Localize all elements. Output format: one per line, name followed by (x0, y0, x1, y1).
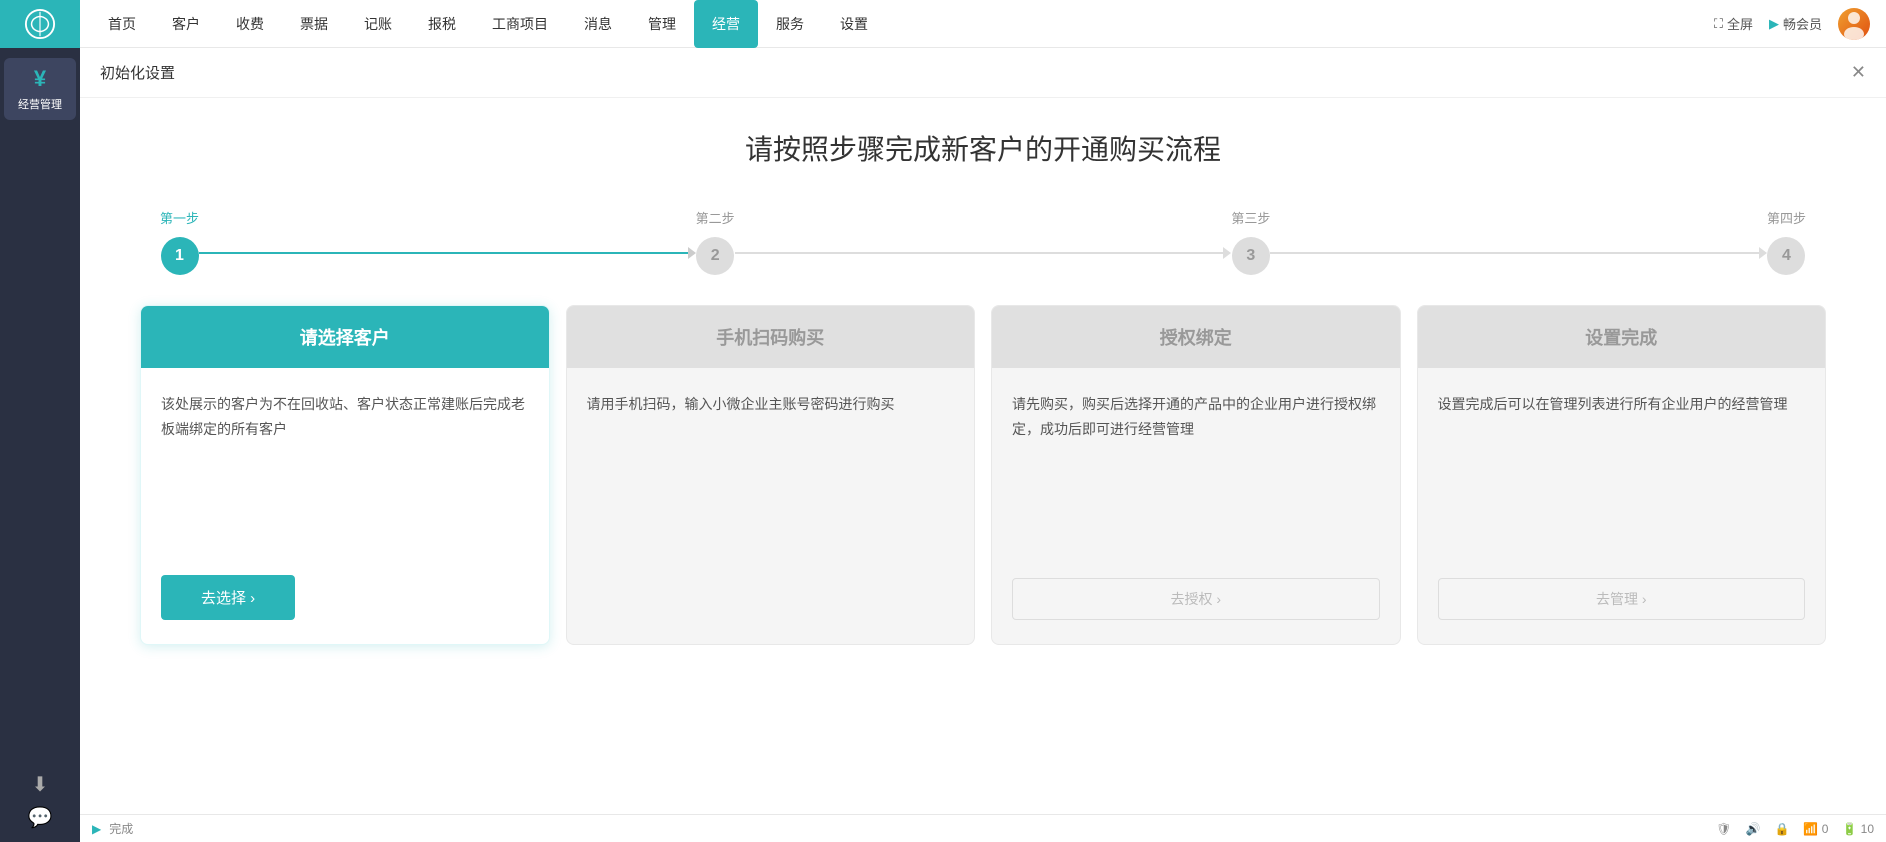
nav-message[interactable]: 消息 (566, 0, 630, 48)
yuan-icon: ¥ (34, 66, 46, 92)
status-text: 完成 (109, 820, 133, 837)
fullscreen-label: 全屏 (1727, 14, 1753, 33)
statusbar: ▶ 完成 🛡 🔊 🔒 📶 0 🔋 10 (80, 814, 1886, 842)
layout: ¥ 经营管理 ⬇ 💬 初始化设置 ✕ 请按照步骤完成新客户的开通购买流程 第一步… (0, 48, 1886, 842)
card-header-2: 手机扫码购买 (567, 306, 975, 368)
wizard-area: 请按照步骤完成新客户的开通购买流程 第一步 1 第二步 2 (80, 98, 1886, 814)
fullscreen-icon: ⛶ (1714, 16, 1723, 32)
network-status: 📶 0 (1803, 822, 1828, 836)
step-indicator-1: 第一步 1 (160, 208, 199, 275)
main-content: 初始化设置 ✕ 请按照步骤完成新客户的开通购买流程 第一步 1 第 (80, 48, 1886, 842)
play-icon: ▶ (1769, 16, 1779, 32)
card-footer-3: 去授权 › (992, 562, 1400, 644)
card-body-4: 设置完成后可以在管理列表进行所有企业用户的经营管理 (1418, 368, 1826, 562)
close-button[interactable]: ✕ (1851, 62, 1866, 83)
goto-select-button[interactable]: 去选择 › (161, 575, 295, 620)
page-header: 初始化设置 ✕ (80, 48, 1886, 98)
nav-customer[interactable]: 客户 (154, 0, 218, 48)
step-card-2: 手机扫码购买 请用手机扫码，输入小微企业主账号密码进行购买 (566, 305, 976, 645)
step-indicator-2: 第二步 2 (696, 208, 735, 275)
cards-row: 请选择客户 该处展示的客户为不在回收站、客户状态正常建账后完成老板端绑定的所有客… (140, 305, 1826, 645)
download-icon[interactable]: ⬇ (32, 772, 49, 797)
step-indicator-3: 第三步 3 (1231, 208, 1270, 275)
sidebar-item-operation[interactable]: ¥ 经营管理 (4, 58, 76, 120)
step-card-4: 设置完成 设置完成后可以在管理列表进行所有企业用户的经营管理 去管理 › (1417, 305, 1827, 645)
sidebar-bottom: ⬇ 💬 (28, 772, 53, 842)
statusbar-right: 🛡 🔊 🔒 📶 0 🔋 10 (1716, 822, 1874, 836)
goto-manage-button[interactable]: 去管理 › (1438, 578, 1806, 620)
steps-indicator: 第一步 1 第二步 2 (140, 208, 1826, 275)
step-card-3: 授权绑定 请先购买，购买后选择开通的产品中的企业用户进行授权绑定，成功后即可进行… (991, 305, 1401, 645)
step-label-3: 第三步 (1231, 208, 1270, 227)
nav-settings[interactable]: 设置 (822, 0, 886, 48)
page-title: 初始化设置 (100, 62, 175, 83)
card-body-3: 请先购买，购买后选择开通的产品中的企业用户进行授权绑定，成功后即可进行经营管理 (992, 368, 1400, 562)
connector-2 (735, 247, 1232, 259)
sidebar-label-operation: 经营管理 (18, 96, 62, 112)
step-indicator-4: 第四步 4 (1767, 208, 1806, 275)
card-header-1: 请选择客户 (141, 306, 549, 368)
card-body-2: 请用手机扫码，输入小微企业主账号密码进行购买 (567, 368, 975, 604)
nav-invoice[interactable]: 票据 (282, 0, 346, 48)
nav-manage[interactable]: 管理 (630, 0, 694, 48)
card-header-3: 授权绑定 (992, 306, 1400, 368)
card-footer-4: 去管理 › (1418, 562, 1826, 644)
nav-business[interactable]: 工商项目 (474, 0, 566, 48)
nav-home[interactable]: 首页 (90, 0, 154, 48)
card-body-1: 该处展示的客户为不在回收站、客户状态正常建账后完成老板端绑定的所有客户 (141, 368, 549, 559)
logo-area (0, 0, 80, 48)
nav-tax[interactable]: 报税 (410, 0, 474, 48)
goto-auth-button[interactable]: 去授权 › (1012, 578, 1380, 620)
nav-items: 首页 客户 收费 票据 记账 报税 工商项目 消息 管理 经营 服务 设置 (80, 0, 1714, 47)
chat-icon[interactable]: 💬 (28, 805, 53, 830)
avatar[interactable] (1838, 8, 1870, 40)
lock-icon: 🔒 (1774, 822, 1789, 836)
step-circle-1: 1 (161, 237, 199, 275)
nav-service[interactable]: 服务 (758, 0, 822, 48)
step-card-1: 请选择客户 该处展示的客户为不在回收站、客户状态正常建账后完成老板端绑定的所有客… (140, 305, 550, 645)
nav-accounting[interactable]: 记账 (346, 0, 410, 48)
volume-icon: 🔊 (1746, 822, 1761, 836)
connector-3 (1270, 247, 1767, 259)
step-label-2: 第二步 (696, 208, 735, 227)
card-header-4: 设置完成 (1418, 306, 1826, 368)
step-label-1: 第一步 (160, 208, 199, 227)
shield-status-icon: 🛡 (1716, 822, 1731, 836)
step-circle-2: 2 (696, 237, 734, 275)
nav-operation[interactable]: 经营 (694, 0, 758, 48)
logo-icon (24, 8, 56, 40)
play-status-icon: ▶ (92, 822, 101, 836)
wizard-title: 请按照步骤完成新客户的开通购买流程 (140, 128, 1826, 168)
battery-status: 🔋 10 (1842, 822, 1874, 836)
member-btn[interactable]: ▶ 畅会员 (1769, 14, 1822, 33)
step-label-4: 第四步 (1767, 208, 1806, 227)
nav-fee[interactable]: 收费 (218, 0, 282, 48)
fullscreen-btn[interactable]: ⛶ 全屏 (1714, 14, 1753, 33)
nav-right: ⛶ 全屏 ▶ 畅会员 (1714, 8, 1886, 40)
member-label: 畅会员 (1783, 14, 1822, 33)
step-circle-4: 4 (1767, 237, 1805, 275)
step-circle-3: 3 (1232, 237, 1270, 275)
card-footer-1: 去选择 › (141, 559, 549, 644)
connector-1 (199, 247, 696, 259)
card-footer-2 (567, 604, 975, 644)
sidebar: ¥ 经营管理 ⬇ 💬 (0, 48, 80, 842)
topbar: 首页 客户 收费 票据 记账 报税 工商项目 消息 管理 经营 服务 设置 ⛶ … (0, 0, 1886, 48)
